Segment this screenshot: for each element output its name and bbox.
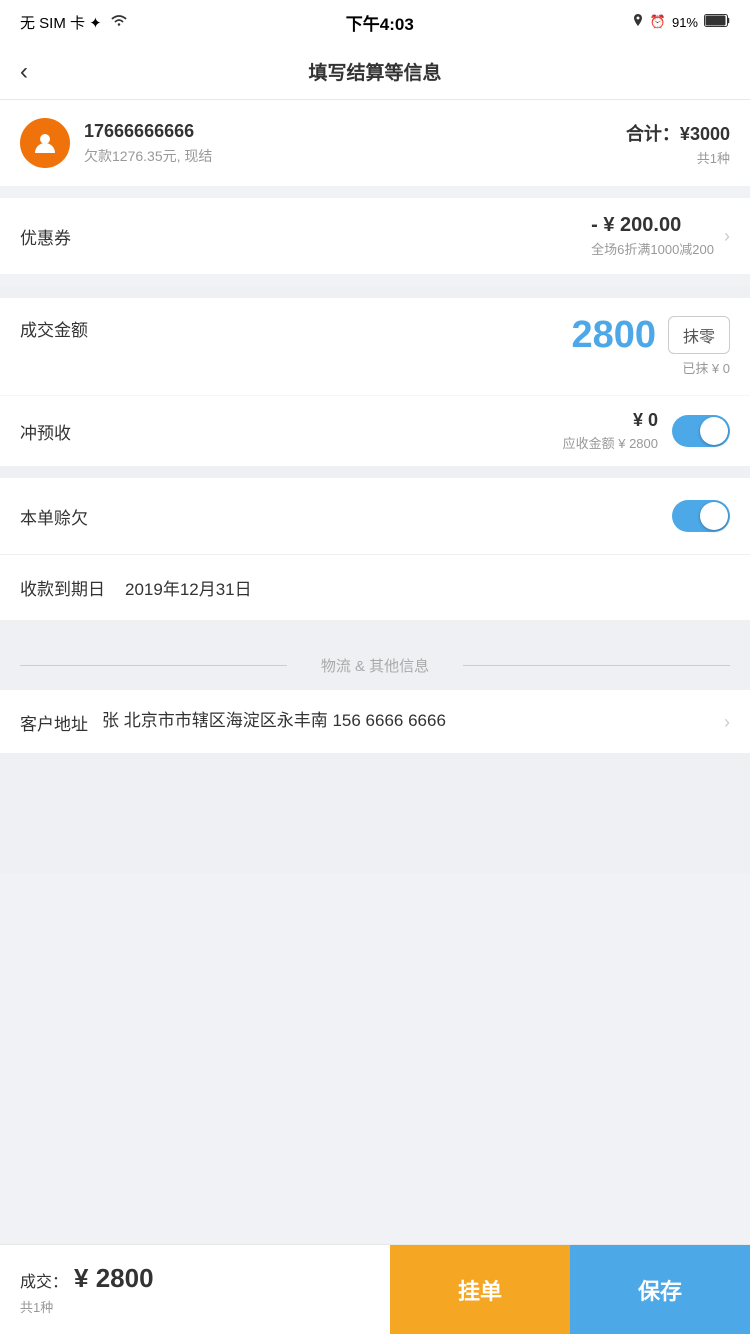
deal-amount-value: 2800	[571, 316, 656, 354]
logistics-line-right	[463, 665, 730, 666]
coupon-row[interactable]: 优惠券 - ¥ 200.00 全场6折满1000减200 ›	[0, 198, 750, 274]
bottom-deal-amount: ¥ 2800	[74, 1263, 154, 1294]
back-button[interactable]: ‹	[20, 58, 60, 86]
deal-amount-right: 2800 抹零 已抹 ¥ 0	[571, 316, 730, 377]
customer-phone: 17666666666	[84, 121, 212, 142]
due-date-row: 收款到期日 2019年12月31日	[0, 555, 750, 621]
credit-toggle[interactable]	[672, 500, 730, 532]
customer-total: 合计：¥3000 共1种	[626, 120, 730, 167]
due-date-value: 2019年12月31日	[125, 575, 252, 600]
wifi-icon	[110, 13, 128, 31]
due-date-label: 收款到期日	[20, 575, 105, 600]
toggle-knob	[700, 417, 728, 445]
total-count: 共1种	[626, 148, 730, 167]
location-icon	[632, 14, 644, 31]
address-chevron-icon: ›	[724, 708, 730, 733]
bottom-info: 成交： ¥ 2800 共1种	[0, 1263, 390, 1316]
coupon-chevron-icon: ›	[724, 226, 730, 247]
section-divider-1	[0, 286, 750, 298]
hold-button-label: 挂单	[458, 1274, 502, 1306]
prepay-right: ¥ 0 应收金额 ¥ 2800	[563, 410, 730, 452]
avatar	[20, 118, 70, 168]
bottom-deal: 成交： ¥ 2800	[20, 1263, 370, 1294]
no-sim-text: 无 SIM 卡 ✦	[20, 12, 102, 33]
coupon-amount: - ¥ 200.00	[591, 214, 714, 237]
hold-button[interactable]: 挂单	[390, 1245, 570, 1334]
prepay-row: 冲预收 ¥ 0 应收金额 ¥ 2800	[0, 395, 750, 466]
customer-card: 17666666666 欠款1276.35元, 现结 合计：¥3000 共1种	[0, 100, 750, 186]
coupon-desc: 全场6折满1000减200	[591, 239, 714, 258]
deal-amount-sub: 已抹 ¥ 0	[571, 358, 730, 377]
nav-bar: ‹ 填写结算等信息	[0, 44, 750, 100]
prepay-amount-group: ¥ 0 应收金额 ¥ 2800	[563, 410, 658, 452]
credit-row: 本单赊欠	[0, 478, 750, 555]
bottom-count: 共1种	[20, 1297, 370, 1316]
status-left: 无 SIM 卡 ✦	[20, 12, 128, 33]
coupon-label: 优惠券	[20, 224, 71, 249]
status-bar: 无 SIM 卡 ✦ 下午4:03 ⏰ 91%	[0, 0, 750, 44]
main-content: 17666666666 欠款1276.35元, 现结 合计：¥3000 共1种 …	[0, 100, 750, 973]
address-label: 客户地址	[20, 708, 88, 735]
address-value: 张 北京市市辖区海淀区永丰南 156 6666 6666	[102, 708, 710, 734]
bottom-bar: 成交： ¥ 2800 共1种 挂单 保存	[0, 1244, 750, 1334]
status-right: ⏰ 91%	[632, 14, 730, 31]
prepay-label: 冲预收	[20, 419, 71, 444]
page-title: 填写结算等信息	[308, 58, 441, 85]
prepay-amount: ¥ 0	[563, 410, 658, 431]
credit-label: 本单赊欠	[20, 504, 88, 529]
status-time: 下午4:03	[346, 10, 414, 35]
save-button-label: 保存	[638, 1274, 682, 1306]
section-divider-3	[0, 621, 750, 641]
section-divider-2	[0, 466, 750, 478]
battery-icon	[704, 14, 730, 30]
customer-left: 17666666666 欠款1276.35元, 现结	[20, 118, 212, 168]
prepay-sub: 应收金额 ¥ 2800	[563, 433, 658, 452]
prepay-toggle[interactable]	[672, 415, 730, 447]
logistics-divider: 物流 & 其他信息	[0, 641, 750, 690]
address-row[interactable]: 客户地址 张 北京市市辖区海淀区永丰南 156 6666 6666 ›	[0, 690, 750, 753]
total-value: 合计：¥3000	[626, 120, 730, 146]
save-button[interactable]: 保存	[570, 1245, 750, 1334]
battery-text: 91%	[672, 15, 698, 30]
deal-amount-label: 成交金额	[20, 316, 88, 341]
logistics-line-left	[20, 665, 287, 666]
customer-info: 17666666666 欠款1276.35元, 现结	[84, 121, 212, 166]
round-zero-button[interactable]: 抹零	[668, 316, 730, 354]
coupon-right: - ¥ 200.00 全场6折满1000减200 ›	[591, 214, 730, 258]
customer-debt: 欠款1276.35元, 现结	[84, 146, 212, 166]
bottom-deal-label: 成交：	[20, 1268, 68, 1292]
deal-amount-row: 成交金额 2800 抹零 已抹 ¥ 0	[0, 298, 750, 395]
alarm-icon: ⏰	[650, 14, 666, 30]
bottom-gray-area	[0, 753, 750, 873]
credit-toggle-knob	[700, 502, 728, 530]
logistics-text: 物流 & 其他信息	[321, 655, 429, 676]
